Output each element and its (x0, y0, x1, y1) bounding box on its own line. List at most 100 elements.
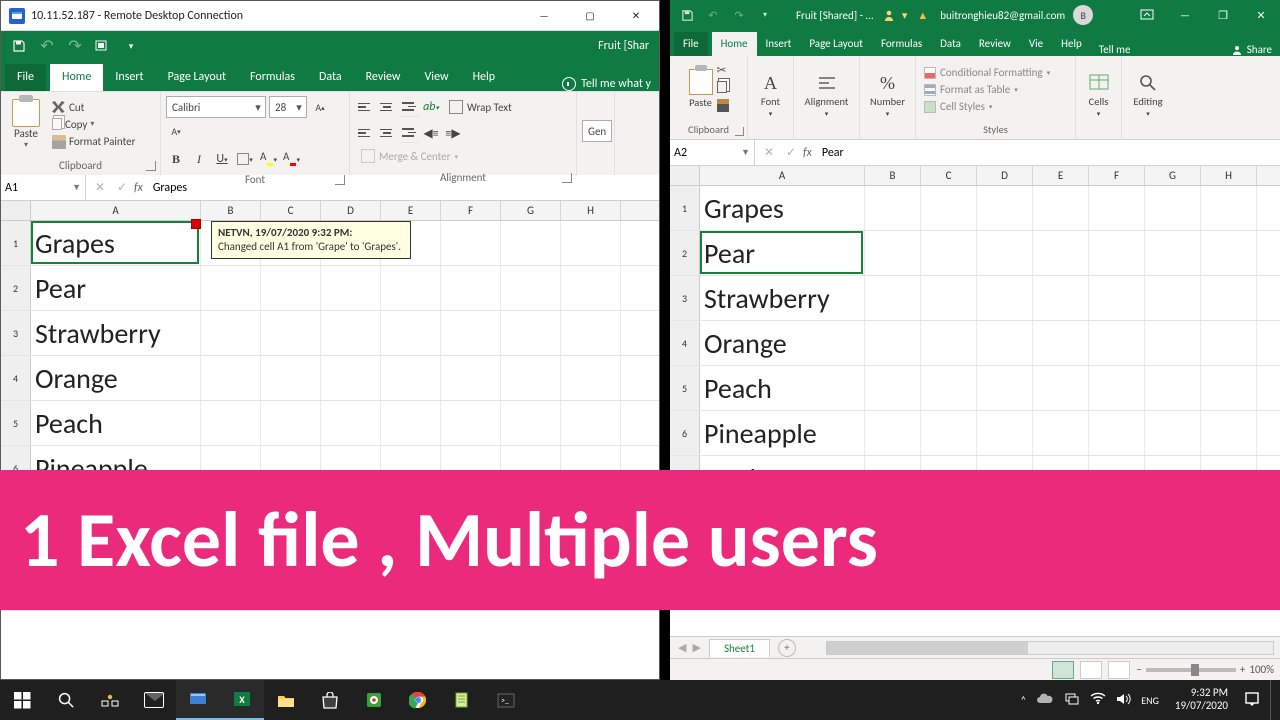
col-header-B[interactable]: B (865, 166, 921, 185)
cell[interactable] (865, 366, 921, 410)
row-header[interactable]: 2 (670, 231, 700, 275)
volume-icon[interactable] (1116, 692, 1131, 709)
cell[interactable] (441, 311, 501, 355)
cell[interactable] (1201, 186, 1257, 230)
cell[interactable] (921, 321, 977, 365)
taskbar-app-mail[interactable] (132, 680, 176, 720)
taskbar-app-terminal[interactable]: >_ (484, 680, 528, 720)
col-header-E[interactable]: E (1033, 166, 1089, 185)
col-header-C[interactable]: C (921, 166, 977, 185)
cell[interactable] (977, 276, 1033, 320)
table-row[interactable]: 5Peach (670, 366, 1280, 411)
col-header-H[interactable]: H (1201, 166, 1257, 185)
taskbar-app-rdp[interactable] (176, 680, 220, 720)
undo-icon[interactable]: ↶ (33, 34, 61, 58)
cell[interactable] (201, 401, 261, 445)
col-header-A[interactable]: A (700, 166, 865, 185)
network-icon[interactable] (1064, 692, 1080, 709)
zoom-in-button[interactable]: + (1240, 663, 1245, 676)
cell[interactable] (1145, 186, 1201, 230)
cell[interactable]: Orange (31, 356, 201, 400)
select-all-corner[interactable] (1, 201, 31, 220)
restore-button[interactable]: ❐ (1204, 0, 1242, 30)
col-header-D[interactable]: D (977, 166, 1033, 185)
page-layout-view-button[interactable] (1080, 661, 1102, 679)
underline-button[interactable]: U▾ (212, 149, 232, 169)
font-dialog-launcher[interactable] (335, 175, 345, 185)
cell[interactable] (865, 276, 921, 320)
tab-page-layout[interactable]: Page Layout (800, 32, 872, 56)
align-left-button[interactable] (355, 123, 375, 143)
cell[interactable] (1089, 321, 1145, 365)
table-row[interactable]: 3Strawberry (1, 311, 659, 356)
formula-input[interactable] (816, 140, 1280, 165)
merge-center-button[interactable]: Merge & Center▾ (355, 145, 464, 167)
table-row[interactable]: 4Orange (670, 321, 1280, 366)
close-button[interactable]: ✕ (1242, 0, 1280, 30)
enter-icon[interactable]: ✓ (781, 145, 801, 160)
new-sheet-button[interactable]: + (778, 639, 796, 657)
cell[interactable] (865, 321, 921, 365)
cell[interactable] (201, 266, 261, 310)
cell[interactable]: Pear (700, 231, 865, 275)
cell[interactable] (261, 356, 321, 400)
table-row[interactable]: 4Orange (1, 356, 659, 401)
taskbar-app-camtasia[interactable] (352, 680, 396, 720)
column-headers[interactable]: A B C D E F G H (1, 201, 659, 221)
align-right-button[interactable] (399, 123, 419, 143)
cell[interactable] (561, 266, 621, 310)
font-size-combo[interactable]: 28▾ (269, 96, 307, 118)
rdp-titlebar[interactable]: 10.11.52.187 - Remote Desktop Connection… (1, 1, 659, 31)
rdp-close[interactable]: ✕ (613, 1, 659, 31)
tab-formulas[interactable]: Formulas (238, 64, 307, 91)
tab-help[interactable]: Help (1052, 32, 1091, 56)
cell[interactable]: Strawberry (700, 276, 865, 320)
cell[interactable] (261, 311, 321, 355)
cut-icon[interactable]: ✂ (717, 63, 729, 78)
cell[interactable] (501, 356, 561, 400)
tray-chevron-icon[interactable]: ˄ (1020, 694, 1026, 707)
tab-insert[interactable]: Insert (757, 32, 801, 56)
increase-font-button[interactable]: A▴ (310, 97, 330, 117)
cell[interactable] (561, 356, 621, 400)
format-painter-icon[interactable] (717, 99, 729, 115)
col-header-C[interactable]: C (261, 201, 321, 220)
row-header[interactable]: 1 (1, 221, 31, 265)
tab-data[interactable]: Data (307, 64, 354, 91)
bold-button[interactable]: B (166, 149, 186, 169)
copy-button[interactable]: Copy▾ (49, 117, 138, 132)
qat-dropdown-icon[interactable]: ▾ (752, 3, 778, 27)
qat-dropdown-icon[interactable]: ▾ (117, 34, 145, 58)
cell-styles-button[interactable]: Cell Styles▾ (922, 99, 994, 114)
cell[interactable] (921, 186, 977, 230)
taskbar-app-notepadpp[interactable] (440, 680, 484, 720)
cell[interactable] (921, 411, 977, 455)
cell[interactable] (501, 311, 561, 355)
name-box[interactable]: ▼ (1, 175, 86, 200)
wrap-text-button[interactable]: Wrap Text (443, 96, 518, 118)
cell[interactable] (865, 411, 921, 455)
row-header[interactable]: 5 (670, 366, 700, 410)
editing-button[interactable]: Editing▾ (1133, 72, 1162, 118)
zoom-level[interactable]: 100% (1249, 663, 1274, 676)
enter-icon[interactable]: ✓ (112, 180, 132, 195)
row-header[interactable]: 2 (1, 266, 31, 310)
rdp-minimize[interactable]: — (521, 1, 567, 31)
paste-button[interactable]: Paste ▾ (6, 99, 46, 150)
cell[interactable] (501, 401, 561, 445)
dialog-launcher[interactable] (735, 127, 744, 136)
alignment-dialog-launcher[interactable] (562, 173, 572, 183)
redo-icon[interactable]: ↷ (61, 34, 89, 58)
cell[interactable]: Peach (700, 366, 865, 410)
warning-icon[interactable]: ▲ (917, 9, 928, 22)
cell[interactable] (381, 356, 441, 400)
table-row[interactable]: 2Pear (670, 231, 1280, 276)
ribbon-options-icon[interactable] (1128, 0, 1166, 30)
cell[interactable] (921, 231, 977, 275)
cells-button[interactable]: Cells▾ (1088, 72, 1110, 118)
tab-file[interactable]: File (674, 32, 708, 56)
font-button[interactable]: AFont▾ (760, 72, 782, 118)
col-header-G[interactable]: G (1145, 166, 1201, 185)
tab-data[interactable]: Data (931, 32, 970, 56)
cell[interactable] (1201, 411, 1257, 455)
